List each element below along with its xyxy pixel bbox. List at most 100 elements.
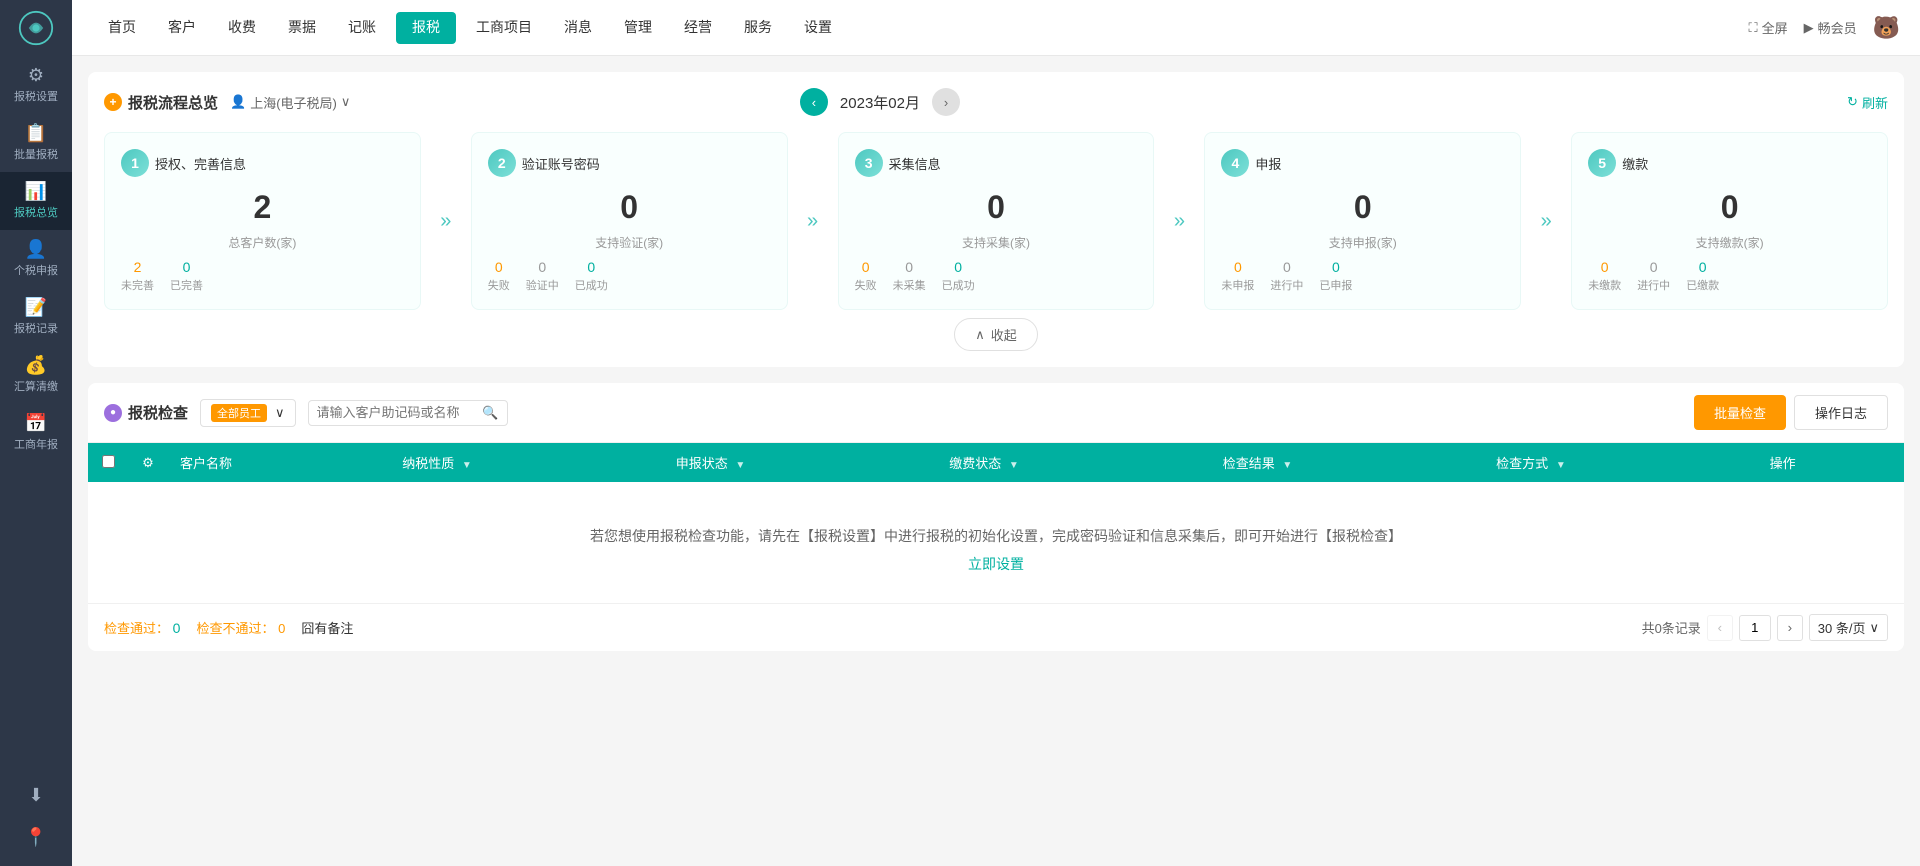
user-avatar[interactable]: 🐻: [1873, 15, 1900, 41]
select-all-checkbox[interactable]: [102, 455, 115, 468]
stat-val: 0: [587, 259, 595, 275]
date-next-btn[interactable]: ›: [932, 88, 960, 116]
overview-section: + 报税流程总览 👤 上海(电子税局) ∨ ‹ 2023年02月 › ↻ 刷新: [88, 72, 1904, 367]
nav-item-accounting[interactable]: 记账: [332, 0, 392, 56]
location-tag[interactable]: 👤 上海(电子税局) ∨: [230, 93, 350, 112]
setup-link[interactable]: 立即设置: [968, 556, 1024, 572]
flow-arrow-4: »: [1521, 210, 1571, 233]
filter-icon[interactable]: ▼: [1009, 460, 1019, 471]
stat-val: 0: [1699, 259, 1707, 275]
sidebar-item-tax-settings[interactable]: ⚙ 报税设置: [0, 56, 72, 114]
col-checkbox: [88, 443, 128, 482]
filter-icon[interactable]: ▼: [462, 460, 472, 471]
date-prev-btn[interactable]: ‹: [800, 88, 828, 116]
stat-val: 0: [1283, 259, 1291, 275]
sidebar-item-batch-tax[interactable]: 📋 批量报税: [0, 114, 72, 172]
member-label: 畅会员: [1818, 18, 1857, 37]
col-tax-type: 纳税性质 ▼: [390, 443, 663, 482]
nav-item-invoices[interactable]: 票据: [272, 0, 332, 56]
app-logo: [0, 0, 72, 56]
location-chevron-icon: ∨: [341, 94, 351, 110]
tax-settings-icon: ⚙: [28, 66, 44, 84]
personal-tax-icon: 👤: [25, 240, 47, 258]
stat-val: 0: [1650, 259, 1658, 275]
col-settings: ⚙: [128, 443, 168, 482]
flow-card-5: 5 缴款 0 支持缴款(家) 0 未缴款 0 进行中: [1571, 132, 1888, 310]
location-person-icon: 👤: [230, 94, 246, 110]
stat-label: 已完善: [170, 277, 203, 293]
staff-dropdown[interactable]: 全部员工 ∨: [200, 399, 296, 427]
page-next-btn[interactable]: ›: [1777, 615, 1803, 641]
sidebar-item-label: 报税总览: [14, 204, 58, 220]
table-scroll[interactable]: ⚙ 客户名称 纳税性质 ▼ 申报状态: [88, 443, 1904, 603]
sidebar-item-tax-overview[interactable]: 📊 报税总览: [0, 172, 72, 230]
stat-label: 已申报: [1319, 277, 1352, 293]
nav-item-settings[interactable]: 设置: [788, 0, 848, 56]
filter-icon[interactable]: ▼: [1556, 460, 1566, 471]
settings-icon[interactable]: ⚙: [142, 455, 154, 470]
flow-card-2-stats: 0 失败 0 验证中 0 已成功: [488, 259, 771, 293]
nav-item-operations[interactable]: 经营: [668, 0, 728, 56]
sidebar-item-label: 工商年报: [14, 436, 58, 452]
search-box: 🔍: [308, 400, 508, 426]
tax-records-icon: 📝: [25, 298, 47, 316]
batch-check-btn[interactable]: 批量检查: [1694, 395, 1786, 430]
nav-item-tax[interactable]: 报税: [396, 12, 456, 44]
stat-label: 验证中: [526, 277, 559, 293]
sidebar-item-annual-report[interactable]: 📅 工商年报: [0, 404, 72, 462]
check-title: ● 报税检查: [104, 402, 188, 423]
table-body: 若您想使用报税检查功能，请先在【报税设置】中进行报税的初始化设置，完成密码验证和…: [88, 482, 1904, 603]
avatar-icon: 🐻: [1873, 15, 1900, 41]
stat-val: 0: [954, 259, 962, 275]
passed-link[interactable]: 0: [173, 621, 181, 636]
sidebar-item-personal-tax[interactable]: 👤 个税申报: [0, 230, 72, 288]
stat-val: 0: [495, 259, 503, 275]
annual-report-icon: 📅: [25, 414, 47, 432]
nav-item-clients[interactable]: 客户: [152, 0, 212, 56]
content: + 报税流程总览 👤 上海(电子税局) ∨ ‹ 2023年02月 › ↻ 刷新: [72, 56, 1920, 866]
operation-log-btn[interactable]: 操作日志: [1794, 395, 1888, 430]
stat-val: 0: [905, 259, 913, 275]
sidebar-item-tax-records[interactable]: 📝 报税记录: [0, 288, 72, 346]
stat-item: 0 失败: [855, 259, 877, 293]
page-number-input[interactable]: [1739, 615, 1771, 641]
nav-item-messages[interactable]: 消息: [548, 0, 608, 56]
flow-card-3-stats: 0 失败 0 未采集 0 已成功: [855, 259, 1138, 293]
overview-header: + 报税流程总览 👤 上海(电子税局) ∨ ‹ 2023年02月 › ↻ 刷新: [104, 88, 1888, 116]
flow-card-1-number: 2: [121, 189, 404, 226]
stat-label: 未申报: [1221, 277, 1254, 293]
step-badge-5: 5: [1588, 149, 1616, 177]
flow-card-3-sub: 支持采集(家): [855, 234, 1138, 251]
nav-menu: 首页 客户 收费 票据 记账 报税 工商项目 消息 管理 经营 服务 设置: [92, 0, 1748, 56]
flow-card-2-number: 0: [488, 189, 771, 226]
fullscreen-btn[interactable]: ⛶ 全屏: [1748, 18, 1787, 37]
topnav: 首页 客户 收费 票据 记账 报税 工商项目 消息 管理 经营 服务 设置 ⛶ …: [72, 0, 1920, 56]
sidebar-item-settlement[interactable]: 💰 汇算清缴: [0, 346, 72, 404]
flow-card-1: 1 授权、完善信息 2 总客户数(家) 2 未完善 0 已完善: [104, 132, 421, 310]
nav-item-services[interactable]: 服务: [728, 0, 788, 56]
page-prev-btn[interactable]: ‹: [1707, 615, 1733, 641]
dropdown-chevron-icon: ∨: [275, 405, 285, 421]
search-input[interactable]: [317, 405, 477, 420]
collapse-btn[interactable]: ∧ 收起: [954, 318, 1038, 351]
sidebar-item-download[interactable]: ⬇: [0, 776, 72, 814]
filter-icon[interactable]: ▼: [1282, 460, 1292, 471]
sidebar-item-label: 报税设置: [14, 88, 58, 104]
step-badge-2: 2: [488, 149, 516, 177]
filter-icon[interactable]: ▼: [735, 460, 745, 471]
refresh-btn[interactable]: ↻ 刷新: [1847, 93, 1888, 112]
check-section: ● 报税检查 全部员工 ∨ 🔍 批量检查 操作日志: [88, 383, 1904, 651]
nav-item-fees[interactable]: 收费: [212, 0, 272, 56]
nav-item-business[interactable]: 工商项目: [460, 0, 548, 56]
per-page-select[interactable]: 30 条/页 ∨: [1809, 614, 1888, 641]
nav-item-management[interactable]: 管理: [608, 0, 668, 56]
location-icon: 📍: [25, 828, 47, 846]
check-header: ● 报税检查 全部员工 ∨ 🔍 批量检查 操作日志: [88, 383, 1904, 443]
col-check-method: 检查方式 ▼: [1484, 443, 1757, 482]
member-btn[interactable]: ▶ 畅会员: [1804, 18, 1857, 37]
nav-item-home[interactable]: 首页: [92, 0, 152, 56]
sidebar-item-location[interactable]: 📍: [0, 818, 72, 856]
check-table: ⚙ 客户名称 纳税性质 ▼ 申报状态: [88, 443, 1904, 603]
failed-link[interactable]: 0: [278, 621, 285, 636]
flow-card-1-sub: 总客户数(家): [121, 234, 404, 251]
